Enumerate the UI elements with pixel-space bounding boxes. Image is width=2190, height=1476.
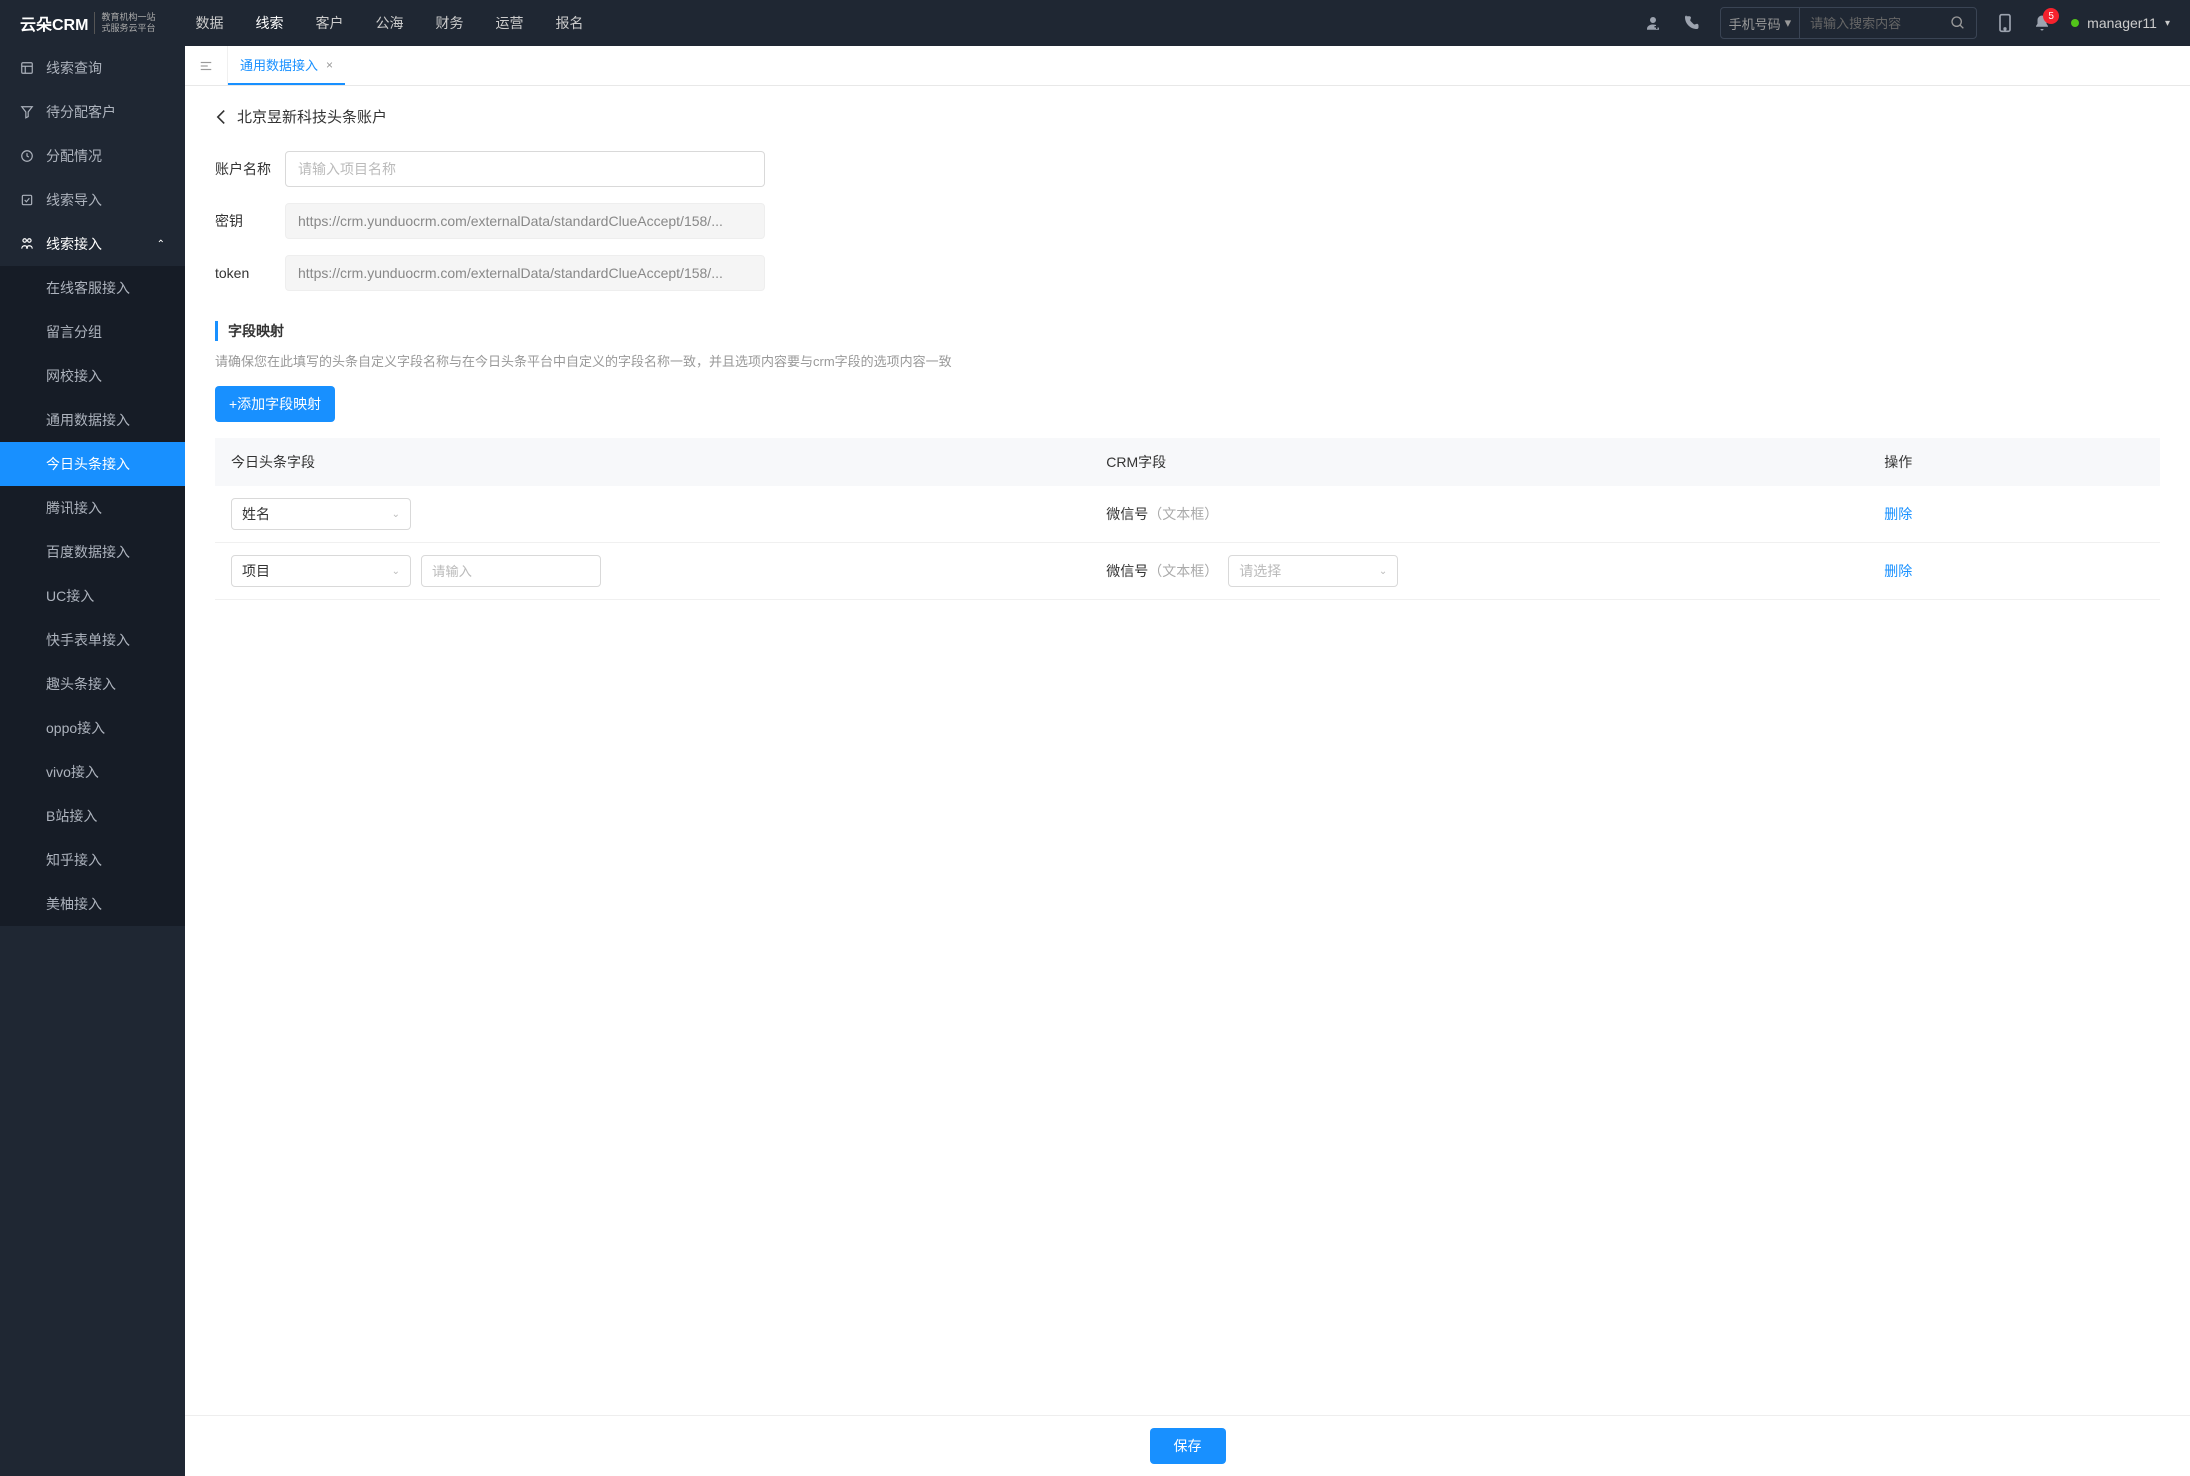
user-menu[interactable]: manager11 ▾ xyxy=(2071,15,2170,31)
col-crm-field: CRM字段 xyxy=(1090,438,1868,486)
sidebar-item[interactable]: 线索导入 xyxy=(0,178,185,222)
toutiao-field-select[interactable]: 项目⌄ xyxy=(231,555,411,587)
mobile-icon[interactable] xyxy=(1997,13,2013,33)
token-input[interactable] xyxy=(285,255,765,291)
sidebar-item[interactable]: 分配情况 xyxy=(0,134,185,178)
close-icon[interactable]: × xyxy=(326,58,333,72)
crm-field-text: 微信号（文本框） xyxy=(1106,561,1218,581)
search-input[interactable] xyxy=(1800,16,1940,31)
tabs-bar: 通用数据接入 × xyxy=(185,46,2190,86)
col-toutiao-field: 今日头条字段 xyxy=(215,438,1090,486)
table-row: 项目⌄ 微信号（文本框） 请选择⌄ 删除 xyxy=(215,543,2160,600)
col-action: 操作 xyxy=(1868,438,2160,486)
toutiao-field-select[interactable]: 姓名⌄ xyxy=(231,498,411,530)
crm-field-text: 微信号（文本框） xyxy=(1106,504,1218,524)
footer-bar: 保存 xyxy=(185,1415,2190,1476)
account-name-input[interactable] xyxy=(285,151,765,187)
nav-item[interactable]: 运营 xyxy=(495,13,523,33)
nav-item[interactable]: 线索 xyxy=(255,13,283,33)
field-mapping-table: 今日头条字段 CRM字段 操作 姓名⌄微信号（文本框）删除项目⌄微信号（文本框）… xyxy=(215,438,2160,600)
field-mapping-title: 字段映射 xyxy=(215,321,2160,341)
secret-input[interactable] xyxy=(285,203,765,239)
sidebar-icon xyxy=(20,237,36,251)
sidebar-icon xyxy=(20,149,36,163)
top-nav: 数据 线索 客户 公海 财务 运营 报名 xyxy=(195,13,583,33)
token-label: token xyxy=(215,265,285,281)
search-box: 手机号码 ▾ xyxy=(1720,7,1978,39)
top-header: 云朵CRM 教育机构一站 式服务云平台 数据 线索 客户 公海 财务 运营 报名 手机号码 … xyxy=(0,0,2190,46)
breadcrumb: 北京昱新科技头条账户 xyxy=(215,106,2160,127)
sidebar-sub-item[interactable]: 快手表单接入 xyxy=(0,618,185,662)
chevron-down-icon: ▾ xyxy=(2165,18,2170,29)
chevron-down-icon: ⌄ xyxy=(392,509,400,520)
sidebar: 线索查询待分配客户分配情况线索导入线索接入⌃在线客服接入留言分组网校接入通用数据… xyxy=(0,46,185,1476)
chevron-up-icon: ⌃ xyxy=(157,239,165,250)
toutiao-extra-input[interactable] xyxy=(421,555,601,587)
logo: 云朵CRM 教育机构一站 式服务云平台 xyxy=(20,11,155,35)
nav-item[interactable]: 客户 xyxy=(315,13,343,33)
notification-badge: 5 xyxy=(2043,8,2059,24)
nav-item[interactable]: 数据 xyxy=(195,13,223,33)
nav-item[interactable]: 财务 xyxy=(435,13,463,33)
sidebar-item[interactable]: 线索接入⌃ xyxy=(0,222,185,266)
status-dot-icon xyxy=(2071,19,2079,27)
save-button[interactable]: 保存 xyxy=(1150,1428,1226,1464)
main-area: 通用数据接入 × 北京昱新科技头条账户 账户名称 密钥 xyxy=(185,46,2190,1476)
sidebar-sub-item[interactable]: 趣头条接入 xyxy=(0,662,185,706)
chevron-down-icon: ⌄ xyxy=(392,566,400,577)
sidebar-sub-item[interactable]: 美柚接入 xyxy=(0,882,185,926)
add-field-mapping-button[interactable]: +添加字段映射 xyxy=(215,386,335,422)
sidebar-item[interactable]: 待分配客户 xyxy=(0,90,185,134)
sidebar-sub-item[interactable]: oppo接入 xyxy=(0,706,185,750)
sidebar-sub-item[interactable]: 腾讯接入 xyxy=(0,486,185,530)
field-mapping-desc: 请确保您在此填写的头条自定义字段名称与在今日头条平台中自定义的字段名称一致，并且… xyxy=(215,351,2160,370)
logo-text: 云朵CRM xyxy=(20,11,88,35)
bell-icon[interactable]: 5 xyxy=(2033,14,2051,32)
tab-general-data-access[interactable]: 通用数据接入 × xyxy=(228,46,345,85)
search-type-select[interactable]: 手机号码 ▾ xyxy=(1721,8,1801,38)
sidebar-item[interactable]: 线索查询 xyxy=(0,46,185,90)
secret-label: 密钥 xyxy=(215,211,285,231)
sidebar-sub-item[interactable]: 网校接入 xyxy=(0,354,185,398)
sidebar-sub-item[interactable]: 今日头条接入 xyxy=(0,442,185,486)
nav-item[interactable]: 公海 xyxy=(375,13,403,33)
nav-item[interactable]: 报名 xyxy=(555,13,583,33)
sidebar-sub-item[interactable]: 知乎接入 xyxy=(0,838,185,882)
sidebar-icon xyxy=(20,61,36,75)
sidebar-icon xyxy=(20,105,36,119)
delete-link[interactable]: 删除 xyxy=(1884,563,1912,579)
sidebar-sub-item[interactable]: 在线客服接入 xyxy=(0,266,185,310)
crm-field-select[interactable]: 请选择⌄ xyxy=(1228,555,1398,587)
logo-subtitle: 教育机构一站 式服务云平台 xyxy=(94,12,155,34)
back-arrow-icon[interactable] xyxy=(215,109,227,125)
user-add-icon[interactable] xyxy=(1644,14,1662,32)
table-row: 姓名⌄ 微信号（文本框） 删除 xyxy=(215,486,2160,543)
sidebar-sub-item[interactable]: vivo接入 xyxy=(0,750,185,794)
sidebar-sub-item[interactable]: 留言分组 xyxy=(0,310,185,354)
page-title: 北京昱新科技头条账户 xyxy=(237,106,387,127)
sidebar-sub-item[interactable]: B站接入 xyxy=(0,794,185,838)
delete-link[interactable]: 删除 xyxy=(1884,506,1912,522)
sidebar-collapse-button[interactable] xyxy=(185,46,228,85)
sidebar-sub-item[interactable]: 百度数据接入 xyxy=(0,530,185,574)
chevron-down-icon: ⌄ xyxy=(1379,566,1387,577)
chevron-down-icon: ▾ xyxy=(1785,15,1792,31)
search-button[interactable] xyxy=(1940,15,1976,31)
sidebar-sub-item[interactable]: UC接入 xyxy=(0,574,185,618)
sidebar-sub-item[interactable]: 通用数据接入 xyxy=(0,398,185,442)
username: manager11 xyxy=(2087,15,2157,31)
phone-icon[interactable] xyxy=(1682,14,1700,32)
account-name-label: 账户名称 xyxy=(215,159,285,179)
sidebar-icon xyxy=(20,193,36,207)
